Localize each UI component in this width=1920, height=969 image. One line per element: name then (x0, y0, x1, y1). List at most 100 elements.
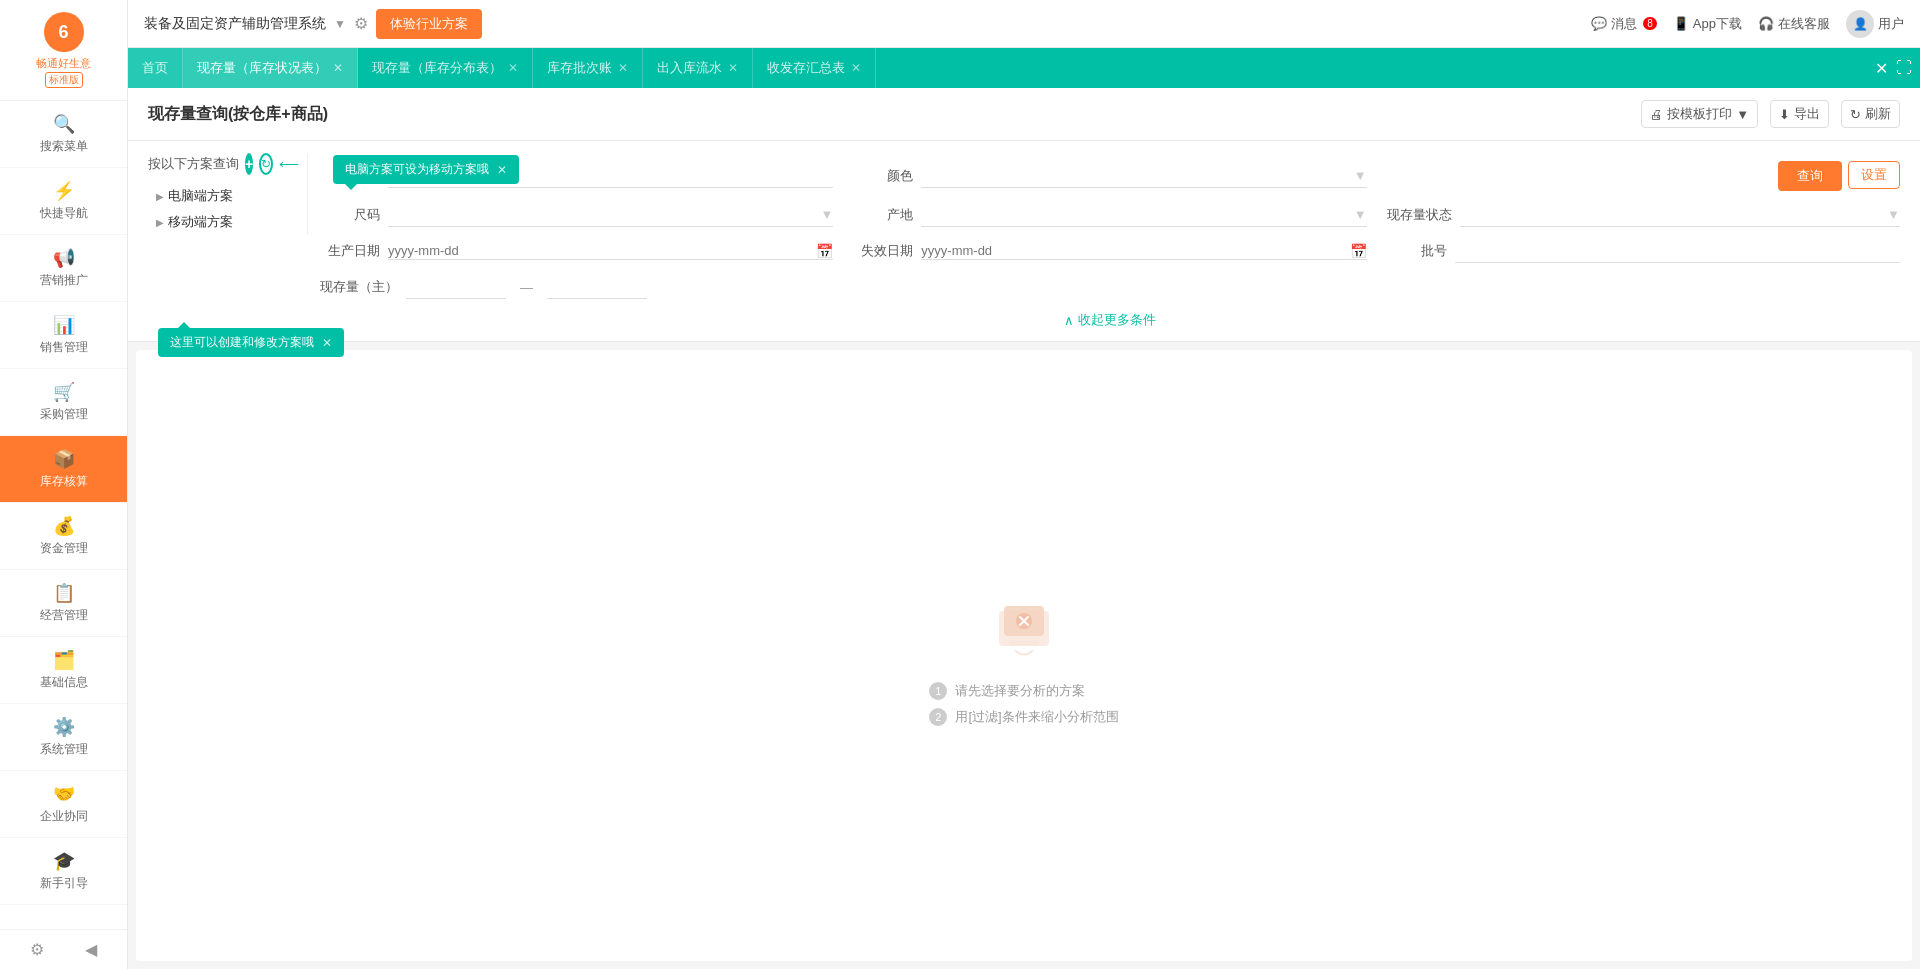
hint-num-1: 1 (929, 682, 947, 700)
sidebar-item-basic[interactable]: 🗂️ 基础信息 (0, 637, 127, 704)
sidebar-item-search[interactable]: 🔍 搜索菜单 (0, 101, 127, 168)
top-header: 装备及固定资产辅助管理系统 ▼ ⚙ 体验行业方案 💬 消息 8 📱 App下载 … (128, 0, 1920, 48)
sidebar-item-sales[interactable]: 📊 销售管理 (0, 302, 127, 369)
production-date-field[interactable] (388, 243, 812, 258)
tab-in-out-flow-label: 出入库流水 (657, 59, 722, 77)
filter-label: 按以下方案查询 (148, 155, 239, 173)
filter-right: 商品 ··· 颜色 ▼ (320, 153, 1900, 329)
tab-close-icon[interactable]: ✕ (851, 61, 861, 75)
refresh-btn[interactable]: ↻ 刷新 (1841, 100, 1900, 128)
color-select[interactable]: ▼ (921, 164, 1366, 188)
tab-home[interactable]: 首页 (128, 48, 183, 88)
production-date-input[interactable]: 📅 (388, 243, 833, 260)
tab-in-out-flow[interactable]: 出入库流水 ✕ (643, 48, 753, 88)
sidebar: 6 畅通好生意 标准版 🔍 搜索菜单 ⚡ 快捷导航 📢 营销推广 📊 销售管理 … (0, 0, 128, 969)
filter-row-size: 尺码 ▼ (320, 203, 833, 227)
tab-inventory-batch[interactable]: 库存批次账 ✕ (533, 48, 643, 88)
tab-inventory-dist[interactable]: 现存量（库存分布表） ✕ (358, 48, 533, 88)
tab-close-icon[interactable]: ✕ (728, 61, 738, 75)
filter-rows: 商品 ··· 颜色 ▼ (320, 161, 1900, 299)
system-dropdown-icon[interactable]: ▼ (334, 17, 346, 31)
expiry-date-field[interactable] (921, 243, 1345, 258)
tab-inventory-status[interactable]: 现存量（库存状况表） ✕ (183, 48, 358, 88)
sidebar-item-quick-nav[interactable]: ⚡ 快捷导航 (0, 168, 127, 235)
trial-btn[interactable]: 体验行业方案 (376, 9, 482, 39)
tab-collect-summary[interactable]: 收发存汇总表 ✕ (753, 48, 876, 88)
print-template-btn[interactable]: 🖨 按模板打印 ▼ (1641, 100, 1758, 128)
app-download-label: App下载 (1693, 15, 1742, 33)
back-scheme-btn[interactable]: ⟵ (279, 153, 299, 175)
sidebar-item-finance[interactable]: 💰 资金管理 (0, 503, 127, 570)
sidebar-item-operations[interactable]: 📋 经营管理 (0, 570, 127, 637)
tab-home-label: 首页 (142, 59, 168, 77)
scheme-item-pc[interactable]: ▶ 电脑端方案 (148, 183, 295, 209)
user-item[interactable]: 👤 用户 (1846, 10, 1904, 38)
settings-bottom-icon[interactable]: ⚙ (30, 940, 44, 959)
sidebar-item-system[interactable]: ⚙️ 系统管理 (0, 704, 127, 771)
refresh-icon: ↻ (1850, 107, 1861, 122)
tab-close-icon[interactable]: ✕ (618, 61, 628, 75)
box-icon: 📦 (53, 448, 75, 470)
batch-input[interactable] (1455, 239, 1900, 263)
filter-row-batch: 批号 (1387, 239, 1900, 263)
app-download-item[interactable]: 📱 App下载 (1673, 15, 1742, 33)
gear-icon: ⚙️ (53, 716, 75, 738)
size-label: 尺码 (320, 206, 380, 224)
filter-row-origin: 产地 ▼ (853, 203, 1366, 227)
empty-hint-2: 2 用[过滤]条件来缩小分析范围 (929, 708, 1118, 726)
calendar-icon[interactable]: 📅 (816, 243, 833, 259)
chart-icon: 📊 (53, 314, 75, 336)
edit-tooltip: 这里可以创建和修改方案哦 ✕ (158, 328, 344, 357)
search-btn[interactable]: 查询 (1778, 161, 1842, 191)
inventory-status-select[interactable]: ▼ (1460, 203, 1900, 227)
sidebar-item-inventory[interactable]: 📦 库存核算 (0, 436, 127, 503)
dropdown-icon: ▼ (1736, 107, 1749, 122)
expiry-date-label: 失效日期 (853, 242, 913, 260)
origin-select[interactable]: ▼ (921, 203, 1366, 227)
export-btn[interactable]: ⬇ 导出 (1770, 100, 1829, 128)
scheme-item-mobile[interactable]: ▶ 移动端方案 (148, 209, 295, 235)
refresh-scheme-btn[interactable]: ↻ (259, 153, 273, 175)
sidebar-item-label: 库存核算 (40, 473, 88, 490)
collapse-sidebar-icon[interactable]: ◀ (85, 940, 97, 959)
edit-tooltip-close[interactable]: ✕ (322, 336, 332, 350)
calendar-icon[interactable]: 📅 (1350, 243, 1367, 259)
inventory-main-to[interactable] (547, 275, 647, 299)
page-content: 现存量查询(按仓库+商品) 🖨 按模板打印 ▼ ⬇ 导出 ↻ 刷新 (128, 88, 1920, 969)
online-support-label: 在线客服 (1778, 15, 1830, 33)
hint-text-2: 用[过滤]条件来缩小分析范围 (955, 708, 1118, 726)
user-avatar: 👤 (1846, 10, 1874, 38)
header-settings-icon[interactable]: ⚙ (354, 14, 368, 33)
sidebar-bottom: ⚙ ◀ (0, 929, 127, 969)
hint-text-1: 请先选择要分析的方案 (955, 682, 1085, 700)
clipboard-icon: 📋 (53, 582, 75, 604)
tab-collect-summary-label: 收发存汇总表 (767, 59, 845, 77)
sidebar-item-guide[interactable]: 🎓 新手引导 (0, 838, 127, 905)
sidebar-item-enterprise[interactable]: 🤝 企业协同 (0, 771, 127, 838)
expiry-date-input[interactable]: 📅 (921, 243, 1366, 260)
notification-item[interactable]: 💬 消息 8 (1591, 15, 1657, 33)
filter-collapse-btn[interactable]: ∧ 收起更多条件 (320, 311, 1900, 329)
tab-close-icon[interactable]: ✕ (333, 61, 343, 75)
sidebar-item-purchase[interactable]: 🛒 采购管理 (0, 369, 127, 436)
tab-close-all-icon[interactable]: ✕ (1875, 59, 1888, 78)
scheme-tooltip-close[interactable]: ✕ (497, 163, 507, 177)
settings-btn[interactable]: 设置 (1848, 161, 1900, 189)
tab-expand-icon[interactable]: ⛶ (1896, 59, 1912, 77)
inventory-main-from[interactable] (406, 275, 506, 299)
online-support-item[interactable]: 🎧 在线客服 (1758, 15, 1830, 33)
logo-badge: 标准版 (45, 72, 83, 88)
sidebar-item-label: 采购管理 (40, 406, 88, 423)
add-scheme-btn[interactable]: + (245, 153, 253, 175)
size-select[interactable]: ▼ (388, 203, 833, 227)
hint-num-2: 2 (929, 708, 947, 726)
tab-close-icon[interactable]: ✕ (508, 61, 518, 75)
graduation-icon: 🎓 (53, 850, 75, 872)
collapse-up-icon: ∧ (1064, 313, 1074, 328)
sidebar-item-label: 经营管理 (40, 607, 88, 624)
sidebar-item-label: 新手引导 (40, 875, 88, 892)
filter-row-inventory-main: 现存量（主） — (320, 275, 833, 299)
notification-label: 消息 (1611, 15, 1637, 33)
sidebar-item-marketing[interactable]: 📢 营销推广 (0, 235, 127, 302)
scheme-arrow-icon: ▶ (156, 191, 164, 202)
